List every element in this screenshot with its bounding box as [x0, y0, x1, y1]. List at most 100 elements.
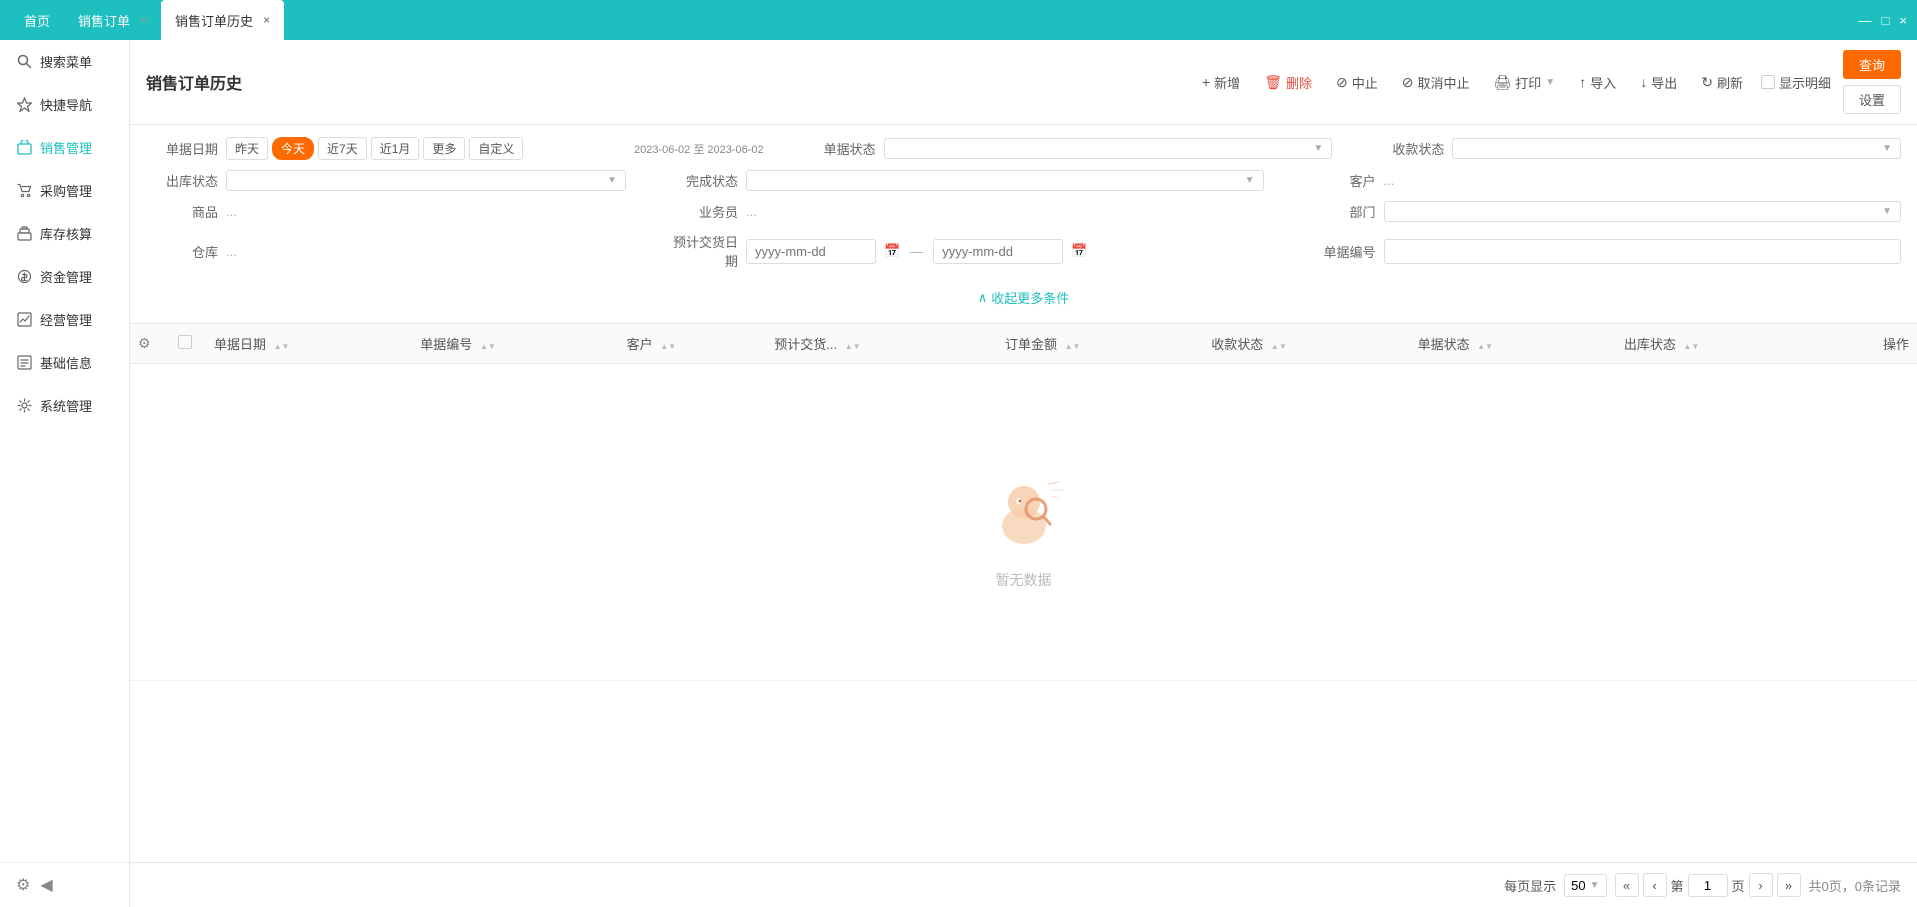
- customer-dots[interactable]: ...: [1384, 173, 1395, 188]
- th-amount: 订单金额 ▲▼: [997, 324, 1203, 364]
- sidebar-collapse-icon[interactable]: ◀: [40, 875, 52, 895]
- filter-row-3: 商品 ... 业务员 ... 部门 ▼: [146, 201, 1901, 222]
- sidebar-item-basic[interactable]: 基础信息: [0, 341, 129, 384]
- dept-select[interactable]: ▼: [1384, 201, 1902, 222]
- delivery-date-separator: —: [910, 244, 923, 259]
- tab-sales-order-history-close[interactable]: ×: [263, 13, 270, 27]
- tab-sales-order-history-label: 销售订单历史: [175, 11, 253, 30]
- th-order-status-sort[interactable]: ▲▼: [1477, 342, 1493, 351]
- table-settings-icon[interactable]: ⚙: [138, 335, 151, 351]
- th-customer-sort[interactable]: ▲▼: [660, 342, 676, 351]
- select-all-checkbox[interactable]: [178, 335, 192, 349]
- sidebar-item-finance[interactable]: 资金管理: [0, 255, 129, 298]
- th-amount-sort[interactable]: ▲▼: [1065, 342, 1081, 351]
- sidebar-item-quick-nav[interactable]: 快捷导航: [0, 83, 129, 126]
- goods-dots[interactable]: ...: [226, 204, 237, 219]
- main-content: 销售订单历史 + 新增 🗑 删除 ⊘ 中止 ⊘ 取消中止: [130, 40, 1917, 907]
- sidebar-item-inventory[interactable]: 库存核算: [0, 212, 129, 255]
- sidebar-item-system[interactable]: 系统管理: [0, 384, 129, 427]
- next-page-button[interactable]: ›: [1749, 873, 1773, 897]
- table-empty-row: 暂无数据: [130, 364, 1917, 681]
- delivery-start-input[interactable]: [746, 239, 876, 264]
- table-body: 暂无数据: [130, 364, 1917, 681]
- refresh-button[interactable]: ↻ 刷新: [1695, 73, 1749, 92]
- stock-out-arrow: ▼: [607, 175, 617, 186]
- date-btn-yesterday[interactable]: 昨天: [226, 137, 268, 160]
- page-header: 销售订单历史 + 新增 🗑 删除 ⊘ 中止 ⊘ 取消中止: [130, 40, 1917, 125]
- setting-button[interactable]: 设置: [1843, 85, 1901, 114]
- refresh-icon: ↻: [1701, 74, 1713, 91]
- cancel-stop-button[interactable]: ⊘ 取消中止: [1396, 73, 1476, 92]
- dept-label: 部门: [1304, 202, 1384, 221]
- page-number-input[interactable]: [1688, 874, 1728, 897]
- customer-label: 客户: [1304, 171, 1384, 190]
- filter-warehouse-section: 仓库 ...: [146, 242, 626, 261]
- filter-payment-status-section: 收款状态 ▼: [1372, 138, 1901, 159]
- page-size-select[interactable]: 50 ▼: [1564, 874, 1606, 897]
- sidebar-item-purchase[interactable]: 采购管理: [0, 169, 129, 212]
- display-label: 显示明细: [1779, 73, 1831, 92]
- th-order-no-sort[interactable]: ▲▼: [480, 342, 496, 351]
- delete-button[interactable]: 🗑 删除: [1258, 73, 1318, 92]
- delivery-end-cal-icon[interactable]: 📅: [1071, 243, 1087, 259]
- sidebar-settings-icon[interactable]: ⚙: [16, 875, 30, 895]
- th-order-status-label: 单据状态: [1418, 337, 1470, 352]
- window-maximize[interactable]: □: [1882, 13, 1890, 28]
- quick-nav-icon: [16, 97, 32, 113]
- collapse-button[interactable]: ∧ 收起更多条件: [146, 284, 1901, 311]
- filter-collapse-row: ∧ 收起更多条件: [146, 280, 1901, 311]
- display-toggle[interactable]: 显示明细: [1761, 73, 1831, 92]
- tab-sales-order-history[interactable]: 销售订单历史 ×: [161, 0, 284, 40]
- page-total: 共0页，0条记录: [1809, 876, 1901, 895]
- prev-page-button[interactable]: ‹: [1643, 873, 1667, 897]
- th-stock-out-status-sort[interactable]: ▲▼: [1684, 342, 1700, 351]
- th-order-status: 单据状态 ▲▼: [1410, 324, 1616, 364]
- window-minimize[interactable]: —: [1859, 13, 1872, 28]
- window-close[interactable]: ×: [1899, 13, 1907, 28]
- th-payment-status-sort[interactable]: ▲▼: [1271, 342, 1287, 351]
- payment-status-select[interactable]: ▼: [1452, 138, 1901, 159]
- query-button[interactable]: 查询: [1843, 50, 1901, 79]
- date-btn-today[interactable]: 今天: [272, 137, 314, 160]
- th-stock-out-status-label: 出库状态: [1624, 337, 1676, 352]
- add-button[interactable]: + 新增: [1196, 73, 1246, 92]
- prev-page-icon: ‹: [1652, 878, 1656, 893]
- delivery-start-cal-icon[interactable]: 📅: [884, 243, 900, 259]
- filter-date-section: 单据日期 昨天 今天 近7天 近1月 更多 自定义: [146, 137, 626, 160]
- th-delivery-date-sort[interactable]: ▲▼: [845, 342, 861, 351]
- warehouse-dots[interactable]: ...: [226, 244, 237, 259]
- print-button[interactable]: 🖨 打印 ▼: [1487, 73, 1561, 92]
- sidebar-item-search[interactable]: 搜索菜单: [0, 40, 129, 83]
- first-page-button[interactable]: «: [1615, 873, 1639, 897]
- order-status-select[interactable]: ▼: [884, 138, 1333, 159]
- sidebar-item-sales-label: 销售管理: [40, 138, 92, 157]
- date-btn-last7[interactable]: 近7天: [318, 137, 367, 160]
- order-status-arrow: ▼: [1313, 143, 1323, 154]
- tab-sales-order-close[interactable]: ×: [140, 13, 147, 27]
- filter-dept-section: 部门 ▼: [1304, 201, 1902, 222]
- import-icon: ↑: [1579, 74, 1586, 90]
- export-button[interactable]: ↓ 导出: [1634, 73, 1683, 92]
- display-checkbox[interactable]: [1761, 75, 1775, 89]
- complete-status-select[interactable]: ▼: [746, 170, 1264, 191]
- salesman-dots[interactable]: ...: [746, 204, 757, 219]
- date-btn-last1m[interactable]: 近1月: [371, 137, 420, 160]
- th-date-sort[interactable]: ▲▼: [274, 342, 290, 351]
- order-no-input[interactable]: [1384, 239, 1902, 264]
- tab-sales-order[interactable]: 销售订单 ×: [64, 0, 161, 40]
- date-btn-more[interactable]: 更多: [423, 137, 465, 160]
- delivery-end-input[interactable]: [933, 239, 1063, 264]
- filter-order-status-section: 单据状态 ▼: [804, 138, 1333, 159]
- cancel-stop-icon: ⊘: [1402, 74, 1414, 91]
- sidebar-item-sales[interactable]: 销售管理: [0, 126, 129, 169]
- date-btn-custom[interactable]: 自定义: [469, 137, 523, 160]
- last-page-button[interactable]: »: [1777, 873, 1801, 897]
- sidebar-item-system-label: 系统管理: [40, 396, 92, 415]
- sidebar-item-business[interactable]: 经营管理: [0, 298, 129, 341]
- sidebar-item-finance-label: 资金管理: [40, 267, 92, 286]
- tab-home[interactable]: 首页: [10, 0, 64, 40]
- import-button[interactable]: ↑ 导入: [1573, 73, 1622, 92]
- stop-label: 中止: [1352, 73, 1378, 92]
- stock-out-select[interactable]: ▼: [226, 170, 626, 191]
- stop-button[interactable]: ⊘ 中止: [1330, 73, 1384, 92]
